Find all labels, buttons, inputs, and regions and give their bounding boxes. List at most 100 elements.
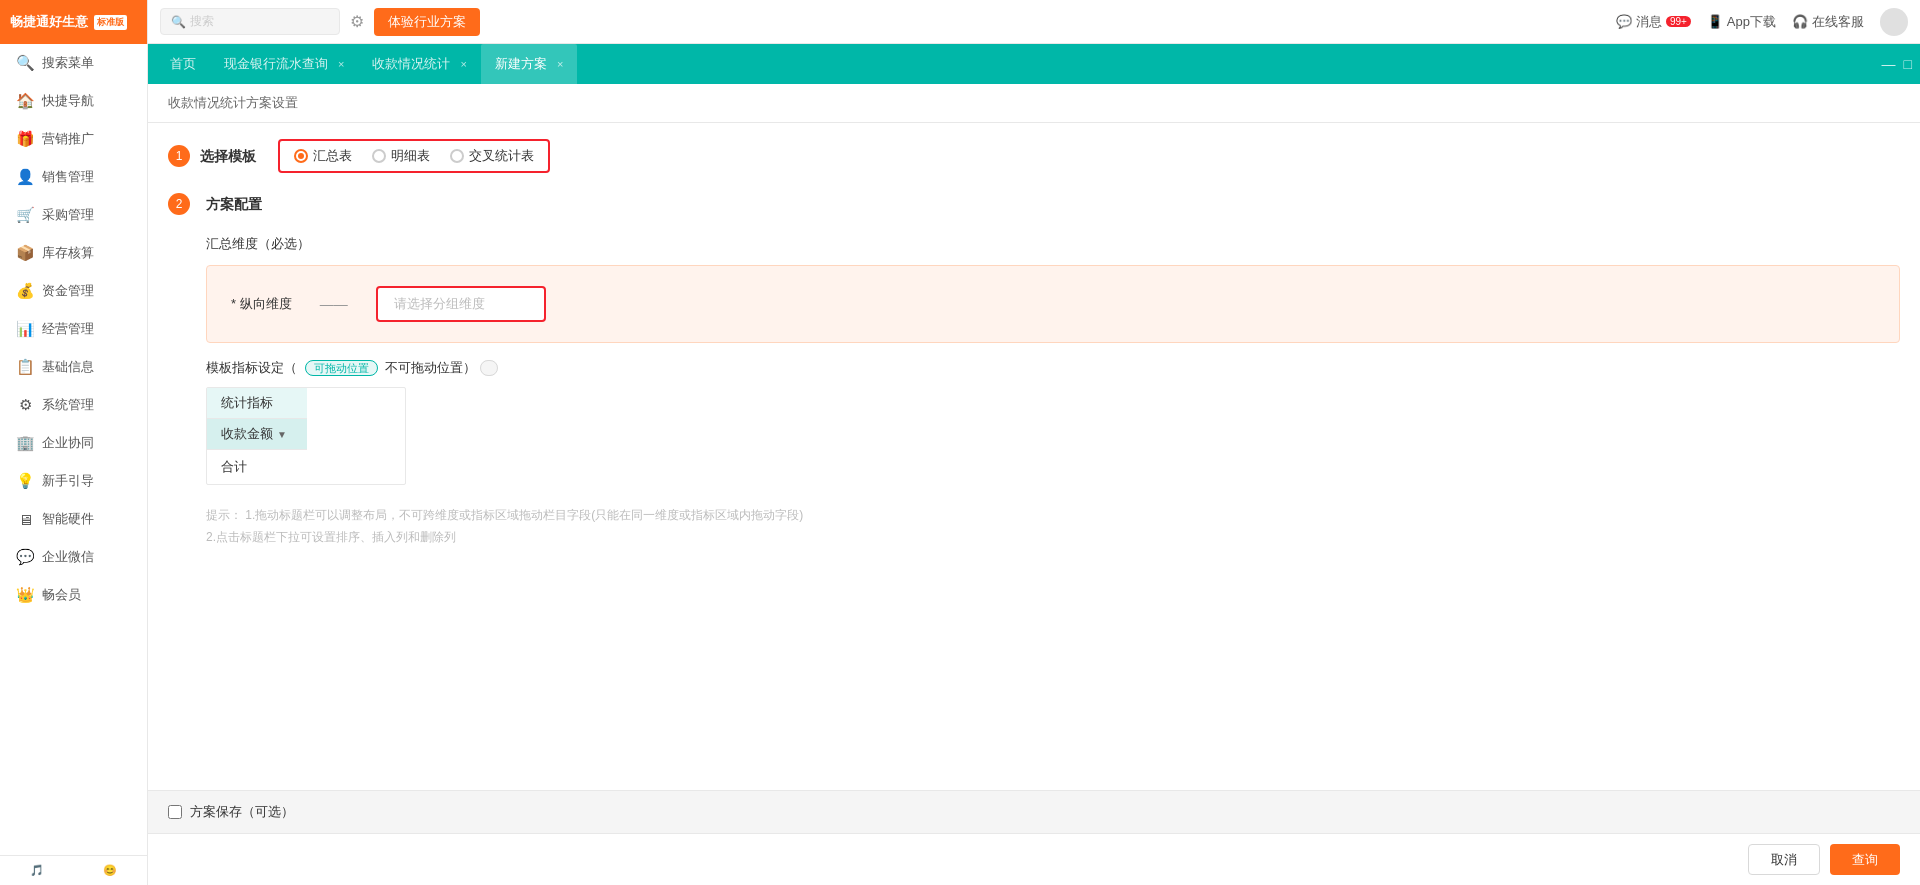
message-btn[interactable]: 💬 消息 99+ [1616, 13, 1691, 31]
sidebar-item-inventory[interactable]: 📦 库存核算 [0, 234, 147, 272]
hardware-label: 智能硬件 [42, 510, 94, 528]
tab-label-home: 首页 [170, 55, 196, 73]
page-title-bar: 收款情况统计方案设置 [148, 84, 1920, 123]
operation-label: 经营管理 [42, 320, 94, 338]
sidebar-item-basic-info[interactable]: 📋基础信息 [0, 348, 147, 386]
cancel-button[interactable]: 取消 [1748, 844, 1820, 875]
radio-detail-label: 明细表 [391, 147, 430, 165]
sidebar-logo: 畅捷通好生意 标准版 [0, 0, 147, 44]
sidebar-item-marketing[interactable]: 🎁营销推广 [0, 120, 147, 158]
message-icon: 💬 [1616, 14, 1632, 29]
tab-home[interactable]: 首页 [156, 44, 210, 84]
tab-close-bank-flow[interactable]: × [338, 58, 344, 70]
col1-header-label: 收款金额 [221, 425, 273, 443]
radio-cross-circle [450, 149, 464, 163]
app-download-btn[interactable]: 📱 App下载 [1707, 13, 1776, 31]
col1-dropdown-arrow: ▼ [277, 429, 287, 440]
row-total-label: 合计 [221, 459, 247, 474]
sidebar-item-finance[interactable]: 💰资金管理 [0, 272, 147, 310]
search-menu-label: 搜索菜单 [42, 54, 94, 72]
purchase-icon: 🛒 [16, 206, 34, 224]
gear-icon[interactable]: ⚙ [350, 12, 364, 31]
tab-close-new-plan[interactable]: × [557, 58, 563, 70]
hint-2: 2.点击标题栏下拉可设置排序、插入列和删除列 [206, 527, 1900, 549]
non-draggable-badge [480, 360, 498, 376]
dimension-box: * 纵向维度 —— 请选择分组维度 [206, 265, 1900, 343]
tab-bank-flow[interactable]: 现金银行流水查询 × [210, 44, 358, 84]
vip-label: 畅会员 [42, 586, 81, 604]
radio-cross[interactable]: 交叉统计表 [450, 147, 534, 165]
radio-summary[interactable]: 汇总表 [294, 147, 352, 165]
guide-label: 新手引导 [42, 472, 94, 490]
sales-label: 销售管理 [42, 168, 94, 186]
indicator-table: 统计指标 收款金额 ▼ 合计 [206, 387, 406, 485]
draggable-badge: 可拖动位置 [305, 360, 378, 376]
sidebar-item-search-menu[interactable]: 🔍搜索菜单 [0, 44, 147, 82]
tabs-bar: 首页现金银行流水查询×收款情况统计×新建方案× — □ [148, 44, 1920, 84]
inventory-label: 库存核算 [42, 244, 94, 262]
indicator-row-total: 合计 [207, 450, 307, 484]
maximize-tab-icon[interactable]: □ [1904, 56, 1912, 72]
enterprise-icon: 🏢 [16, 434, 34, 452]
sidebar: 畅捷通好生意 标准版 🔍搜索菜单🏠快捷导航🎁营销推广👤销售管理 🛒 采购管理 📦 库存核… [0, 0, 148, 885]
dim-arrow: —— [320, 296, 348, 312]
content-area: 收款情况统计方案设置 1 选择模板 汇总表 明细表 [148, 84, 1920, 885]
tabs-controls: — □ [1882, 56, 1912, 72]
marketing-label: 营销推广 [42, 130, 94, 148]
section1-row: 1 选择模板 汇总表 明细表 交叉统计表 [168, 139, 1900, 173]
sidebar-item-hardware[interactable]: 🖥智能硬件 [0, 500, 147, 538]
sidebar-item-quick-nav[interactable]: 🏠快捷导航 [0, 82, 147, 120]
summary-dim-title: 汇总维度（必选） [206, 235, 1900, 253]
tab-close-collection-stat[interactable]: × [460, 58, 466, 70]
tab-collection-stat[interactable]: 收款情况统计× [358, 44, 480, 84]
sidebar-bottom-item2[interactable]: 😊 [103, 864, 117, 877]
sidebar-item-vip[interactable]: 👑畅会员 [0, 576, 147, 614]
template-radio-group: 汇总表 明细表 交叉统计表 [278, 139, 550, 173]
radio-summary-circle [294, 149, 308, 163]
guide-icon: 💡 [16, 472, 34, 490]
wechat-icon: 💬 [16, 548, 34, 566]
section1-label: 选择模板 [200, 145, 256, 167]
group-dimension-select[interactable]: 请选择分组维度 [376, 286, 546, 322]
search-placeholder-text: 搜索 [190, 13, 214, 30]
indicator-col-header-stats: 统计指标 [207, 388, 307, 419]
form-section: 1 选择模板 汇总表 明细表 交叉统计表 [148, 123, 1920, 790]
radio-detail[interactable]: 明细表 [372, 147, 430, 165]
indicator-col-header-amount[interactable]: 收款金额 ▼ [207, 419, 307, 450]
stats-header-label: 统计指标 [221, 394, 273, 412]
avatar[interactable] [1880, 8, 1908, 36]
operation-icon: 📊 [16, 320, 34, 338]
sidebar-item-purchase[interactable]: 🛒 采购管理 [0, 196, 147, 234]
sidebar-item-operation[interactable]: 📊 经营管理 [0, 310, 147, 348]
header-search-box[interactable]: 🔍 搜索 [160, 8, 340, 35]
radio-cross-label: 交叉统计表 [469, 147, 534, 165]
sidebar-item-wechat[interactable]: 💬企业微信 [0, 538, 147, 576]
indicator-section: 模板指标设定（ 可拖动位置 不可拖动位置） 统计指标 收款金额 ▼ [206, 359, 1900, 497]
purchase-label: 采购管理 [42, 206, 94, 224]
sidebar-item-enterprise[interactable]: 🏢企业协同 [0, 424, 147, 462]
minimize-tab-icon[interactable]: — [1882, 56, 1896, 72]
basic-info-label: 基础信息 [42, 358, 94, 376]
header: 🔍 搜索 ⚙ 体验行业方案 💬 消息 99+ 📱 App下载 🎧 在线客服 [148, 0, 1920, 44]
hint-1: 提示： 1.拖动标题栏可以调整布局，不可跨维度或指标区域拖动栏目字段(只能在同一… [206, 505, 1900, 527]
tab-label-bank-flow: 现金银行流水查询 [224, 55, 328, 73]
tab-new-plan[interactable]: 新建方案× [481, 44, 577, 84]
main-area: 🔍 搜索 ⚙ 体验行业方案 💬 消息 99+ 📱 App下载 🎧 在线客服 首页… [148, 0, 1920, 885]
industry-btn[interactable]: 体验行业方案 [374, 8, 480, 36]
indicator-title-text: 模板指标设定（ [206, 360, 297, 375]
online-service-btn[interactable]: 🎧 在线客服 [1792, 13, 1864, 31]
finance-icon: 💰 [16, 282, 34, 300]
system-icon: ⚙ [16, 396, 34, 414]
sidebar-bottom-item1[interactable]: 🎵 [30, 864, 44, 877]
sidebar-item-system[interactable]: ⚙系统管理 [0, 386, 147, 424]
inventory-icon: 📦 [16, 244, 34, 262]
online-service-label: 在线客服 [1812, 13, 1864, 31]
quick-nav-label: 快捷导航 [42, 92, 94, 110]
query-button[interactable]: 查询 [1830, 844, 1900, 875]
sidebar-item-guide[interactable]: 💡 新手引导 [0, 462, 147, 500]
vertical-dim-label: * 纵向维度 [231, 295, 292, 313]
sidebar-item-sales[interactable]: 👤销售管理 [0, 158, 147, 196]
save-checkbox[interactable] [168, 805, 182, 819]
app-icon: 📱 [1707, 14, 1723, 29]
page-title: 收款情况统计方案设置 [168, 95, 298, 110]
